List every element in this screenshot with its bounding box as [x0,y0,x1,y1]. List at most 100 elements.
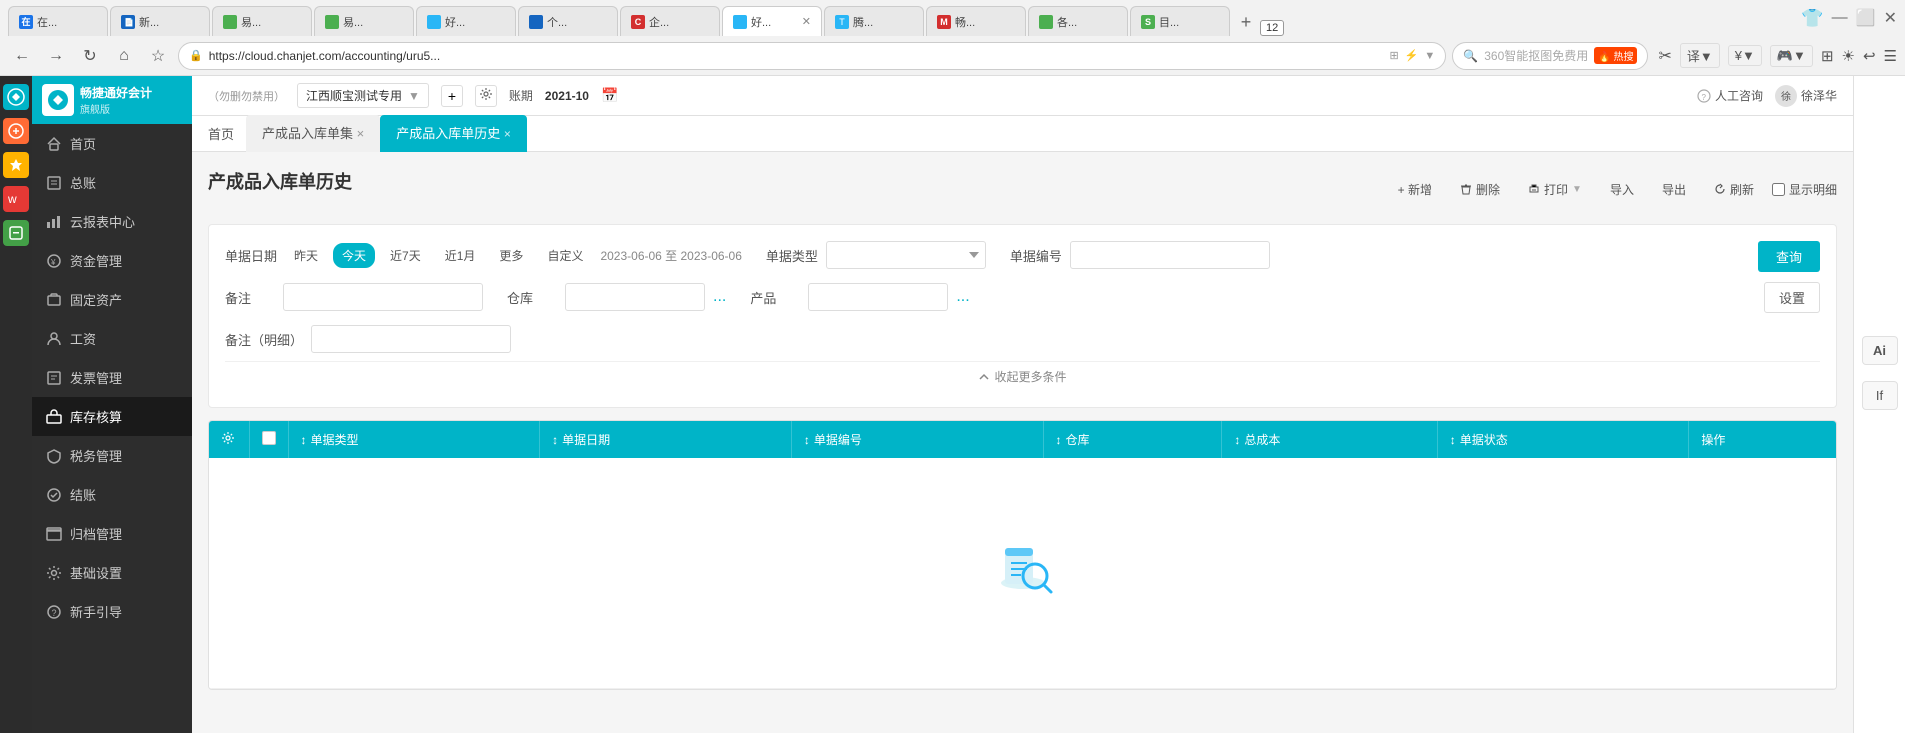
sidebar-item-inventory[interactable]: 库存核算 [32,397,192,436]
sidebar-item-home[interactable]: 首页 [32,124,192,163]
browser-tab-12[interactable]: S 目... [1130,6,1230,36]
delete-button[interactable]: 删除 [1450,177,1510,202]
export-button[interactable]: 导出 [1652,177,1696,202]
icon-bar-item-4[interactable] [3,220,29,246]
add-button[interactable]: + 新增 [1388,177,1442,202]
url-grid-icon[interactable]: ⊞ [1389,49,1398,62]
sidebar-item-close-period[interactable]: 结账 [32,475,192,514]
voucher-type-select[interactable] [826,241,986,269]
note-filter-input[interactable] [283,283,483,311]
breadcrumb-list-tab[interactable]: 产成品入库单集 × [246,115,380,152]
sidebar-item-money[interactable]: ¥ 资金管理 [32,241,192,280]
window-maximize-icon[interactable]: ⬜ [1856,8,1876,28]
sidebar-item-ledger[interactable]: 总账 [32,163,192,202]
date-btn-yesterday[interactable]: 昨天 [285,243,327,268]
url-bar[interactable]: 🔒 https://cloud.chanjet.com/accounting/u… [178,42,1446,70]
sidebar-item-invoice[interactable]: 发票管理 [32,358,192,397]
translate-icon[interactable]: 译▼ [1680,43,1720,68]
date-btn-7days[interactable]: 近7天 [381,243,430,268]
voucher-no-input[interactable] [1070,241,1270,269]
show-col-checkbox[interactable]: 显示明细 [1772,181,1837,198]
settings-query-button[interactable]: 设置 [1764,282,1820,313]
product-picker-icon[interactable]: ... [956,288,969,306]
tab-close-8[interactable]: ✕ [802,15,811,28]
url-lightning-icon[interactable]: ⚡ [1405,49,1419,62]
query-button[interactable]: 查询 [1758,241,1820,272]
close-history-tab[interactable]: × [504,127,511,141]
date-range: 2023-06-06 至 2023-06-06 [600,247,741,264]
th-checkbox[interactable] [249,421,288,458]
icon-bar-item-1[interactable] [3,118,29,144]
nav-back-button[interactable]: ← [8,42,36,70]
nav-forward-button[interactable]: → [42,42,70,70]
show-col-input[interactable] [1772,183,1785,196]
th-gear[interactable] [209,421,249,458]
browser-tab-6[interactable]: 个... [518,6,618,36]
print-button[interactable]: 打印 ▼ [1518,177,1592,202]
game-icon[interactable]: 🎮▼ [1770,45,1813,67]
th-voucher-no[interactable]: ↕ 单据编号 [791,421,1043,458]
th-warehouse[interactable]: ↕ 仓库 [1043,421,1222,458]
ai-button[interactable]: Ai [1862,336,1898,365]
date-btn-today[interactable]: 今天 [333,243,375,268]
warehouse-filter-input[interactable] [565,283,705,311]
sidebar-item-report[interactable]: 云报表中心 [32,202,192,241]
collapse-filter-button[interactable]: 收起更多条件 [225,361,1820,391]
sidebar-item-asset[interactable]: 固定资产 [32,280,192,319]
date-btn-custom[interactable]: 自定义 [538,243,592,268]
user-profile-button[interactable]: 徐 徐泽华 [1775,85,1837,107]
window-minimize-icon[interactable]: — [1832,9,1848,27]
th-voucher-type[interactable]: ↕ 单据类型 [288,421,540,458]
browser-tab-3[interactable]: 易... [212,6,312,36]
add-company-button[interactable]: + [441,85,463,107]
browser-tab-9[interactable]: T 腾... [824,6,924,36]
window-close-icon[interactable]: ✕ [1884,8,1897,28]
new-tab-button[interactable]: + [1232,8,1260,36]
date-btn-more[interactable]: 更多 [490,243,532,268]
browser-tab-8[interactable]: 好... ✕ [722,6,822,36]
help-button[interactable]: ? 人工咨询 [1697,87,1763,104]
th-voucher-status[interactable]: ↕ 单据状态 [1437,421,1689,458]
th-total-cost[interactable]: ↕ 总成本 [1222,421,1437,458]
browser-tab-4[interactable]: 易... [314,6,414,36]
sun-icon[interactable]: ☀ [1842,47,1855,65]
sidebar-item-settings[interactable]: 基础设置 [32,553,192,592]
breadcrumb-history-tab[interactable]: 产成品入库单历史 × [380,115,527,152]
browser-tab-7[interactable]: C 企... [620,6,720,36]
sidebar-item-tax[interactable]: 税务管理 [32,436,192,475]
undo-icon[interactable]: ↩ [1863,47,1876,65]
url-dropdown-icon[interactable]: ▼ [1424,50,1435,62]
refresh-button[interactable]: 刷新 [1704,177,1764,202]
browser-menu-icon[interactable]: ☰ [1884,47,1897,65]
sidebar-item-salary[interactable]: 工资 [32,319,192,358]
browser-tab-5[interactable]: 好... [416,6,516,36]
settings-company-button[interactable] [475,85,497,107]
nav-refresh-button[interactable]: ↻ [76,42,104,70]
tab-counter[interactable]: 12 [1260,20,1284,36]
breadcrumb-home[interactable]: 首页 [208,124,234,143]
period-calendar-icon[interactable]: 📅 [601,87,618,104]
import-button[interactable]: 导入 [1600,177,1644,202]
th-voucher-date[interactable]: ↕ 单据日期 [540,421,792,458]
browser-tab-11[interactable]: 各... [1028,6,1128,36]
icon-bar-item-3[interactable]: w [3,186,29,212]
company-selector[interactable]: 江西顺宝测试专用 ▼ [297,83,429,108]
yuan-icon[interactable]: ¥▼ [1728,45,1762,66]
select-all-checkbox[interactable] [262,431,276,445]
date-btn-1month[interactable]: 近1月 [436,243,485,268]
nav-home-button[interactable]: ⌂ [110,42,138,70]
close-list-tab[interactable]: × [357,126,365,141]
grid-icon[interactable]: ⊞ [1821,47,1834,65]
icon-bar-item-2[interactable] [3,152,29,178]
browser-tab-1[interactable]: 在 在... [8,6,108,36]
nav-bookmark-button[interactable]: ☆ [144,42,172,70]
sidebar-item-guide[interactable]: ? 新手引导 [32,592,192,631]
browser-tab-10[interactable]: M 畅... [926,6,1026,36]
browser-tab-2[interactable]: 📄 新... [110,6,210,36]
search-bar[interactable]: 🔍 360智能抠图免费用 🔥 热搜 [1452,42,1648,70]
warehouse-picker-icon[interactable]: ... [713,288,726,306]
product-filter-input[interactable] [808,283,948,311]
note-detail-input[interactable] [311,325,511,353]
if-button[interactable]: If [1862,381,1898,410]
sidebar-item-archive[interactable]: 归档管理 [32,514,192,553]
